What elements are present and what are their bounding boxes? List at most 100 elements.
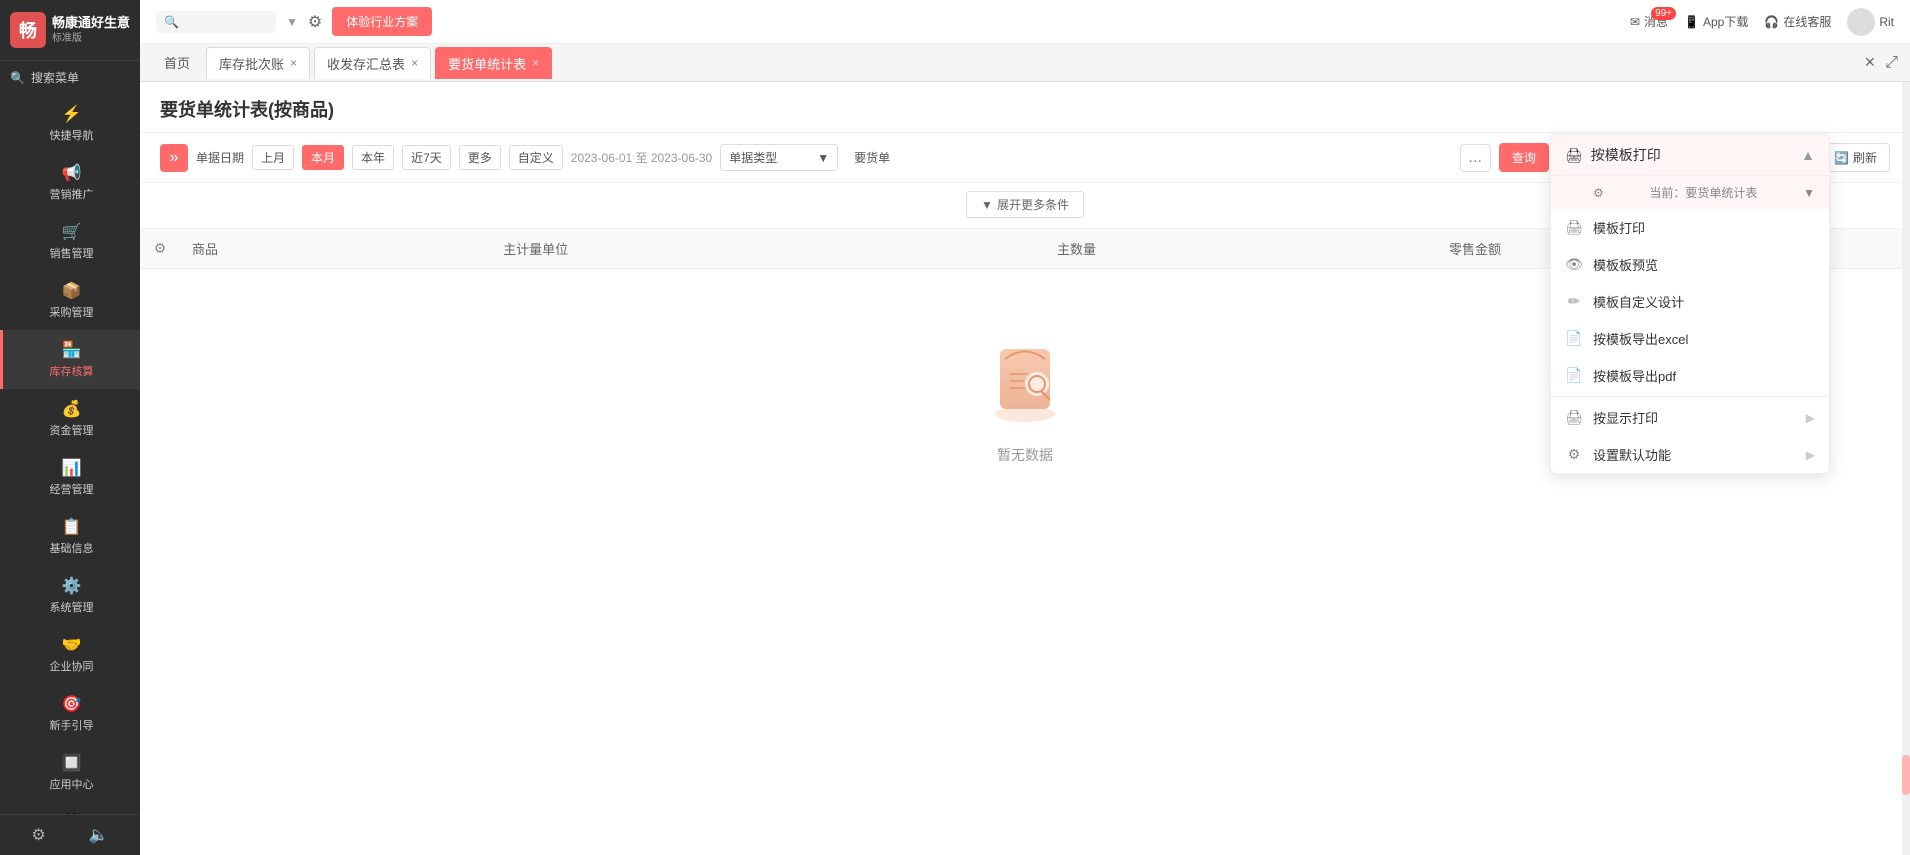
current-template-icon: ⚙	[1593, 186, 1604, 200]
logo-icon: 畅	[10, 12, 46, 48]
topbar-dropdown-arrow[interactable]: ▼	[286, 15, 298, 29]
expand-more-label: 展开更多条件	[997, 196, 1069, 213]
template-design-label: 模板自定义设计	[1593, 292, 1815, 311]
dropdown-item-template-preview[interactable]: 👁 模板板预览	[1551, 246, 1829, 283]
current-template-label: ⚙ 当前：要货单统计表 ▼	[1551, 176, 1829, 209]
dropdown-item-default-func[interactable]: ⚙ 设置默认功能 ▶	[1551, 436, 1829, 473]
display-print-icon: 🖨	[1565, 409, 1583, 426]
system-icon: ⚙️	[62, 576, 82, 596]
tab-order-stats-close[interactable]: ×	[532, 57, 539, 69]
goods-filter-label: 要货单	[854, 149, 890, 166]
collab-label: 企业协同	[50, 658, 94, 674]
date-btn-7days[interactable]: 近7天	[402, 145, 451, 170]
tab-batch-account-label: 库存批次账	[219, 54, 284, 73]
date-btn-last-month[interactable]: 上月	[252, 145, 294, 170]
sidebar-nav: ⚡ 快捷导航 📢 营销推广 🛒 销售管理 📦 采购管理 🏪 库存核算 💰 资金管…	[0, 94, 140, 814]
tab-collect-summary-close[interactable]: ×	[411, 57, 418, 69]
quick-nav-label: 快捷导航	[50, 127, 94, 143]
default-func-icon: ⚙	[1565, 446, 1583, 463]
sidebar-item-operations[interactable]: 📊 经营管理	[0, 448, 140, 507]
content-scrollbar-thumb	[1902, 755, 1910, 795]
empty-icon	[975, 329, 1075, 429]
date-btn-this-year[interactable]: 本年	[352, 145, 394, 170]
messages-badge: 99+	[1651, 7, 1676, 20]
date-btn-this-month[interactable]: 本月	[302, 145, 344, 170]
content-scrollbar[interactable]	[1902, 82, 1910, 855]
filter-expand-btn[interactable]: »	[160, 144, 188, 172]
expand-more-btn[interactable]: ▼ 展开更多条件	[966, 191, 1084, 218]
date-btn-more[interactable]: 更多	[459, 145, 501, 170]
tab-order-stats[interactable]: 要货单统计表 ×	[435, 47, 552, 79]
dropdown-item-template-print[interactable]: 🖨 模板打印	[1551, 209, 1829, 246]
sidebar-item-inventory[interactable]: 🏪 库存核算	[0, 330, 140, 389]
tabbar-expand-btn[interactable]: ⤢	[1885, 54, 1898, 72]
purchase-icon: 📦	[62, 281, 82, 301]
sidebar-item-collab[interactable]: 🤝 企业协同	[0, 625, 140, 684]
marketing-icon: 📢	[62, 163, 82, 183]
online-service-btn[interactable]: 🎧 在线客服	[1764, 13, 1831, 30]
sidebar-item-purchase[interactable]: 📦 采购管理	[0, 271, 140, 330]
sidebar-item-guide[interactable]: 🎯 新手引导	[0, 684, 140, 743]
default-func-arrow: ▶	[1806, 448, 1815, 462]
trial-btn[interactable]: 体验行业方案	[332, 7, 432, 36]
user-avatar-area[interactable]: Rit	[1847, 8, 1894, 36]
sidebar-footer: ⚙ 🔈	[0, 814, 140, 855]
appstore-label: 应用中心	[50, 776, 94, 792]
current-template-text: 当前：要货单统计表	[1649, 184, 1757, 201]
page-title: 要货单统计表(按商品)	[160, 100, 334, 120]
template-print-label: 模板打印	[1593, 218, 1815, 237]
topbar-settings-icon[interactable]: ⚙	[308, 12, 322, 32]
app-download-btn[interactable]: 📱 App下载	[1684, 13, 1748, 30]
print-dropdown-icon: 🖨	[1565, 147, 1583, 164]
tab-collect-summary[interactable]: 收发存汇总表 ×	[314, 47, 431, 79]
marketing-label: 营销推广	[50, 186, 94, 202]
inventory-icon: 🏪	[62, 340, 82, 360]
username-label: Rit	[1879, 15, 1894, 29]
tab-batch-account[interactable]: 库存批次账 ×	[206, 47, 310, 79]
date-btn-custom[interactable]: 自定义	[509, 145, 563, 170]
sidebar-item-marketing[interactable]: 📢 营销推广	[0, 153, 140, 212]
dropdown-item-template-pdf[interactable]: 📄 按模板导出pdf	[1551, 357, 1829, 394]
topbar-search[interactable]: 🔍	[156, 11, 276, 33]
template-print-icon: 🖨	[1565, 219, 1583, 236]
sidebar-item-quick-nav[interactable]: ⚡ 快捷导航	[0, 94, 140, 153]
current-template-arrow: ▼	[1803, 186, 1815, 200]
operations-icon: 📊	[62, 458, 82, 478]
dropdown-header: 🖨 按模板打印 ▲	[1551, 135, 1829, 176]
headset-icon: 🎧	[1764, 15, 1779, 29]
sidebar-item-wechat[interactable]: 💬 企业微信	[0, 802, 140, 814]
system-label: 系统管理	[50, 599, 94, 615]
table-settings-icon[interactable]: ⚙	[154, 240, 167, 256]
dropdown-item-template-design[interactable]: ✏ 模板自定义设计	[1551, 283, 1829, 320]
sidebar-search[interactable]: 🔍 搜索菜单	[0, 61, 140, 94]
sidebar-settings-btn[interactable]: ⚙	[31, 825, 45, 845]
dropdown-item-template-excel[interactable]: 📄 按模板导出excel	[1551, 320, 1829, 357]
type-filter-select[interactable]: 单据类型 ▼	[720, 144, 838, 171]
tabbar-close-all-btn[interactable]: ×	[1859, 50, 1882, 75]
logo-text: 畅康通好生意 标准版	[52, 14, 130, 46]
type-filter-arrow: ▼	[817, 151, 829, 165]
tab-home[interactable]: 首页	[152, 47, 202, 78]
sidebar-item-finance[interactable]: 💰 资金管理	[0, 389, 140, 448]
sidebar-item-appstore[interactable]: 🔲 应用中心	[0, 743, 140, 802]
messages-btn[interactable]: ✉ 消息 99+	[1630, 13, 1668, 30]
version-label: 标准版	[52, 32, 130, 46]
template-pdf-label: 按模板导出pdf	[1593, 366, 1815, 385]
sidebar-item-basic[interactable]: 📋 基础信息	[0, 507, 140, 566]
template-pdf-icon: 📄	[1565, 367, 1583, 384]
page-header: 要货单统计表(按商品)	[140, 82, 1910, 133]
sidebar-item-system[interactable]: ⚙️ 系统管理	[0, 566, 140, 625]
sidebar-audio-btn[interactable]: 🔈	[89, 825, 109, 845]
more-actions-btn[interactable]: ...	[1460, 144, 1491, 172]
query-btn[interactable]: 查询	[1499, 143, 1549, 172]
refresh-btn[interactable]: 🔄 刷新	[1821, 143, 1890, 172]
tab-collect-summary-label: 收发存汇总表	[327, 54, 405, 73]
dropdown-item-display-print[interactable]: 🖨 按显示打印 ▶	[1551, 399, 1829, 436]
sidebar-item-sales[interactable]: 🛒 销售管理	[0, 212, 140, 271]
sales-label: 销售管理	[50, 245, 94, 261]
brand-name: 畅康通好生意	[52, 14, 130, 32]
dropdown-close-arrow[interactable]: ▲	[1801, 147, 1815, 163]
topbar-search-icon: 🔍	[164, 15, 179, 29]
tab-batch-account-close[interactable]: ×	[290, 57, 297, 69]
sales-icon: 🛒	[62, 222, 82, 242]
